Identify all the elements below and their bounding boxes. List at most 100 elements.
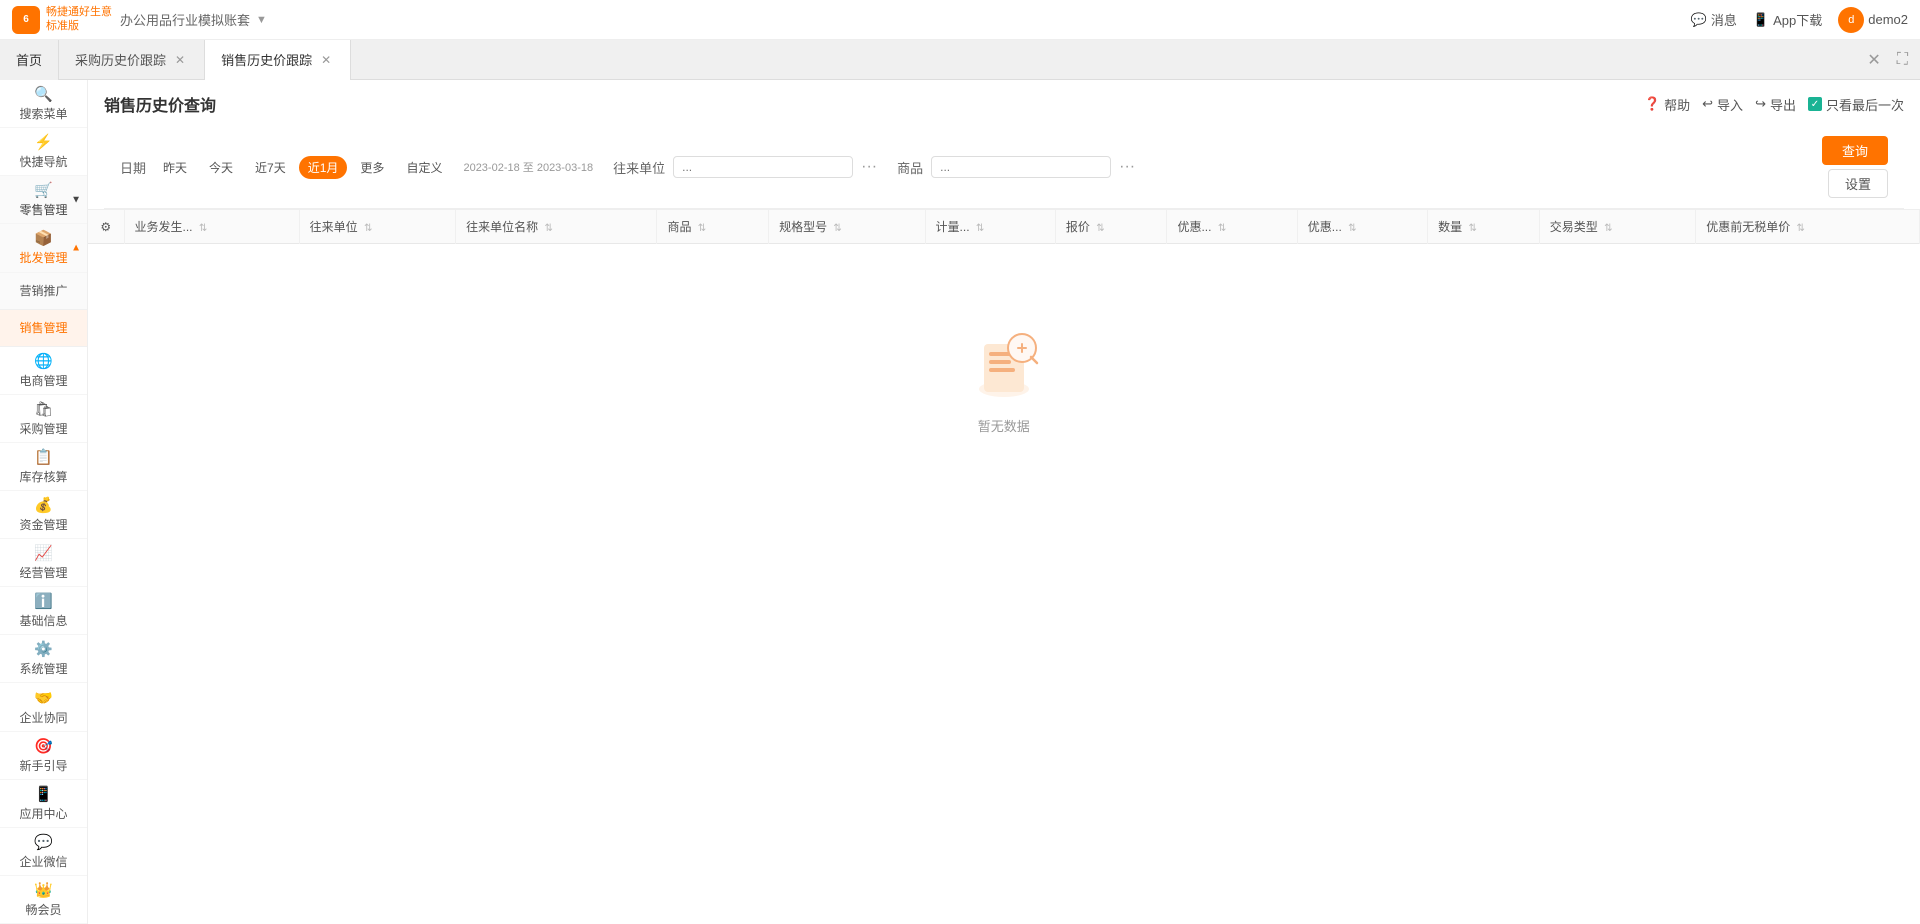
date-btn-yesterday[interactable]: 昨天 <box>154 156 196 179</box>
settings-button[interactable]: 设置 <box>1828 169 1888 198</box>
page-title: 销售历史价查询 <box>104 92 216 116</box>
th-spec[interactable]: 规格型号 ⇅ <box>769 210 925 244</box>
dropdown-chevron-icon[interactable]: ▼ <box>256 14 267 26</box>
close-sales-tab-icon[interactable]: ✕ <box>318 52 334 68</box>
guide-icon: 🎯 <box>34 737 53 755</box>
sidebar-item-retail-mgmt[interactable]: 🛒 零售管理 ▼ <box>0 176 87 224</box>
date-btn-today[interactable]: 今天 <box>200 156 242 179</box>
sidebar-item-inventory[interactable]: 📋 库存核算 <box>0 443 87 491</box>
wholesale-icon: 📦 <box>34 229 53 247</box>
th-unit-code[interactable]: 往来单位 ⇅ <box>299 210 455 244</box>
ecomm-icon: 🌐 <box>34 352 53 370</box>
date-btn-7days[interactable]: 近7天 <box>246 156 295 179</box>
sidebar-item-marketing[interactable]: 营销推广 <box>0 273 87 310</box>
sidebar-item-ops[interactable]: 📈 经营管理 <box>0 539 87 587</box>
date-btn-more[interactable]: 更多 <box>351 156 393 179</box>
goods-search-icon[interactable]: ··· <box>1119 158 1135 176</box>
query-button[interactable]: 查询 <box>1822 136 1888 165</box>
user-menu[interactable]: d demo2 <box>1838 7 1908 33</box>
logo-area: 6 畅捷通好生意 标准版 <box>12 6 112 34</box>
top-bar-right: 💬 消息 📱 App下载 d demo2 <box>1691 7 1908 33</box>
maximize-tab-icon[interactable]: ⛶ <box>1893 47 1912 73</box>
top-bar: 6 畅捷通好生意 标准版 办公用品行业模拟账套 ▼ 💬 消息 📱 App下载 d… <box>0 0 1920 40</box>
th-biz-date[interactable]: 业务发生... ⇅ <box>124 210 299 244</box>
home-tab-label: 首页 <box>16 50 42 69</box>
source-unit-filter-group: 往来单位 ··· <box>613 156 877 178</box>
table-header: ⚙ 业务发生... ⇅ 往来单位 ⇅ 往来单位名称 ⇅ 商品 ⇅ 规格型号 ⇅ … <box>88 210 1920 244</box>
th-discount1[interactable]: 优惠... ⇅ <box>1167 210 1297 244</box>
sidebar-item-enterprise-wechat[interactable]: 💬 企业微信 <box>0 828 87 876</box>
data-table: ⚙ 业务发生... ⇅ 往来单位 ⇅ 往来单位名称 ⇅ 商品 ⇅ 规格型号 ⇅ … <box>88 210 1920 515</box>
sidebar-item-purchase[interactable]: 🛍 采购管理 <box>0 395 87 443</box>
source-unit-input[interactable] <box>673 156 853 178</box>
th-trade-type[interactable]: 交易类型 ⇅ <box>1539 210 1695 244</box>
sales-history-tab-label: 销售历史价跟踪 <box>221 50 312 69</box>
close-purchase-tab-icon[interactable]: ✕ <box>172 52 188 68</box>
page-header: 销售历史价查询 ❓ 帮助 ↩ 导入 ↪ 导出 ✓ <box>88 80 1920 210</box>
import-button[interactable]: ↩ 导入 <box>1702 95 1743 114</box>
th-qty[interactable]: 数量 ⇅ <box>1428 210 1540 244</box>
logo-text: 畅捷通好生意 标准版 <box>46 6 112 32</box>
wholesale-chevron-icon: ▲ <box>71 242 81 253</box>
tab-sales-history[interactable]: 销售历史价跟踪 ✕ <box>205 40 351 80</box>
empty-text: 暂无数据 <box>978 416 1030 435</box>
export-icon: ↪ <box>1755 96 1766 112</box>
th-discount2[interactable]: 优惠... ⇅ <box>1297 210 1427 244</box>
th-settings[interactable]: ⚙ <box>88 210 124 244</box>
inventory-icon: 📋 <box>34 448 53 466</box>
message-icon: 💬 <box>1691 12 1707 28</box>
date-btn-1month[interactable]: 近1月 <box>299 156 348 179</box>
app-center-icon: 📱 <box>34 785 53 803</box>
sidebar-item-sales-mgmt[interactable]: 销售管理 <box>0 310 87 347</box>
th-price[interactable]: 报价 ⇅ <box>1055 210 1167 244</box>
filter-row: 日期 昨天 今天 近7天 近1月 更多 自定义 2023-02-18 至 202… <box>104 126 1904 209</box>
tab-bar: 首页 采购历史价跟踪 ✕ 销售历史价跟踪 ✕ ✕ ⛶ <box>0 40 1920 80</box>
help-button[interactable]: ❓ 帮助 <box>1644 95 1690 114</box>
workspace-selector[interactable]: 办公用品行业模拟账套 ▼ <box>120 10 267 29</box>
sidebar-item-quick-nav[interactable]: ⚡ 快捷导航 <box>0 128 87 176</box>
sidebar-item-ecomm[interactable]: 🌐 电商管理 <box>0 347 87 395</box>
source-unit-search-icon[interactable]: ··· <box>861 158 877 176</box>
app-download-button[interactable]: 📱 App下载 <box>1753 10 1822 29</box>
filter-right-actions: 查询 设置 <box>1822 136 1888 198</box>
goods-label: 商品 <box>897 158 923 177</box>
main-layout: 🔍 搜索菜单 ⚡ 快捷导航 🛒 零售管理 ▼ 📦 批发管理 ▲ 营销推广 销售管… <box>0 80 1920 924</box>
only-last-checkbox[interactable]: ✓ 只看最后一次 <box>1808 95 1904 114</box>
sidebar-item-basic-info[interactable]: ℹ️ 基础信息 <box>0 587 87 635</box>
date-btn-custom[interactable]: 自定义 <box>397 156 451 179</box>
export-button[interactable]: ↪ 导出 <box>1755 95 1796 114</box>
sidebar-item-wholesale-mgmt[interactable]: 📦 批发管理 ▲ <box>0 224 87 272</box>
sidebar-item-enterprise-coop[interactable]: 🤝 企业协同 <box>0 683 87 731</box>
th-no-tax-price[interactable]: 优惠前无税单价 ⇅ <box>1696 210 1920 244</box>
quick-nav-icon: ⚡ <box>34 133 53 151</box>
sidebar-item-new-guide[interactable]: 🎯 新手引导 <box>0 732 87 780</box>
tab-home[interactable]: 首页 <box>0 40 59 80</box>
date-filter-group: 日期 昨天 今天 近7天 近1月 更多 自定义 2023-02-18 至 202… <box>120 156 593 179</box>
purchase-history-tab-label: 采购历史价跟踪 <box>75 50 166 69</box>
empty-illustration <box>964 324 1044 404</box>
th-goods[interactable]: 商品 ⇅ <box>657 210 769 244</box>
source-unit-label: 往来单位 <box>613 158 665 177</box>
sidebar-item-search-menu[interactable]: 🔍 搜索菜单 <box>0 80 87 128</box>
logo-icon: 6 <box>12 6 40 34</box>
tab-purchase-history[interactable]: 采购历史价跟踪 ✕ <box>59 40 205 80</box>
finance-icon: 💰 <box>34 496 53 514</box>
goods-filter-group: 商品 ··· <box>897 156 1135 178</box>
sidebar-item-member[interactable]: 👑 畅会员 <box>0 876 87 924</box>
th-unit[interactable]: 计量... ⇅ <box>925 210 1055 244</box>
checkbox-checked-icon: ✓ <box>1808 97 1822 111</box>
sidebar-item-app-center[interactable]: 📱 应用中心 <box>0 780 87 828</box>
retail-chevron-icon: ▼ <box>71 194 81 205</box>
goods-input[interactable] <box>931 156 1111 178</box>
tab-bar-actions: ✕ ⛶ <box>1863 46 1920 74</box>
wechat-icon: 💬 <box>34 833 53 851</box>
messages-button[interactable]: 💬 消息 <box>1691 10 1737 29</box>
sidebar-item-finance[interactable]: 💰 资金管理 <box>0 491 87 539</box>
ops-icon: 📈 <box>34 544 53 562</box>
retail-icon: 🛒 <box>34 181 53 199</box>
table-container: ⚙ 业务发生... ⇅ 往来单位 ⇅ 往来单位名称 ⇅ 商品 ⇅ 规格型号 ⇅ … <box>88 210 1920 924</box>
sidebar-item-system[interactable]: ⚙️ 系统管理 <box>0 635 87 683</box>
close-tab-icon[interactable]: ✕ <box>1863 46 1884 74</box>
top-bar-left: 6 畅捷通好生意 标准版 办公用品行业模拟账套 ▼ <box>12 6 267 34</box>
th-unit-name[interactable]: 往来单位名称 ⇅ <box>456 210 657 244</box>
